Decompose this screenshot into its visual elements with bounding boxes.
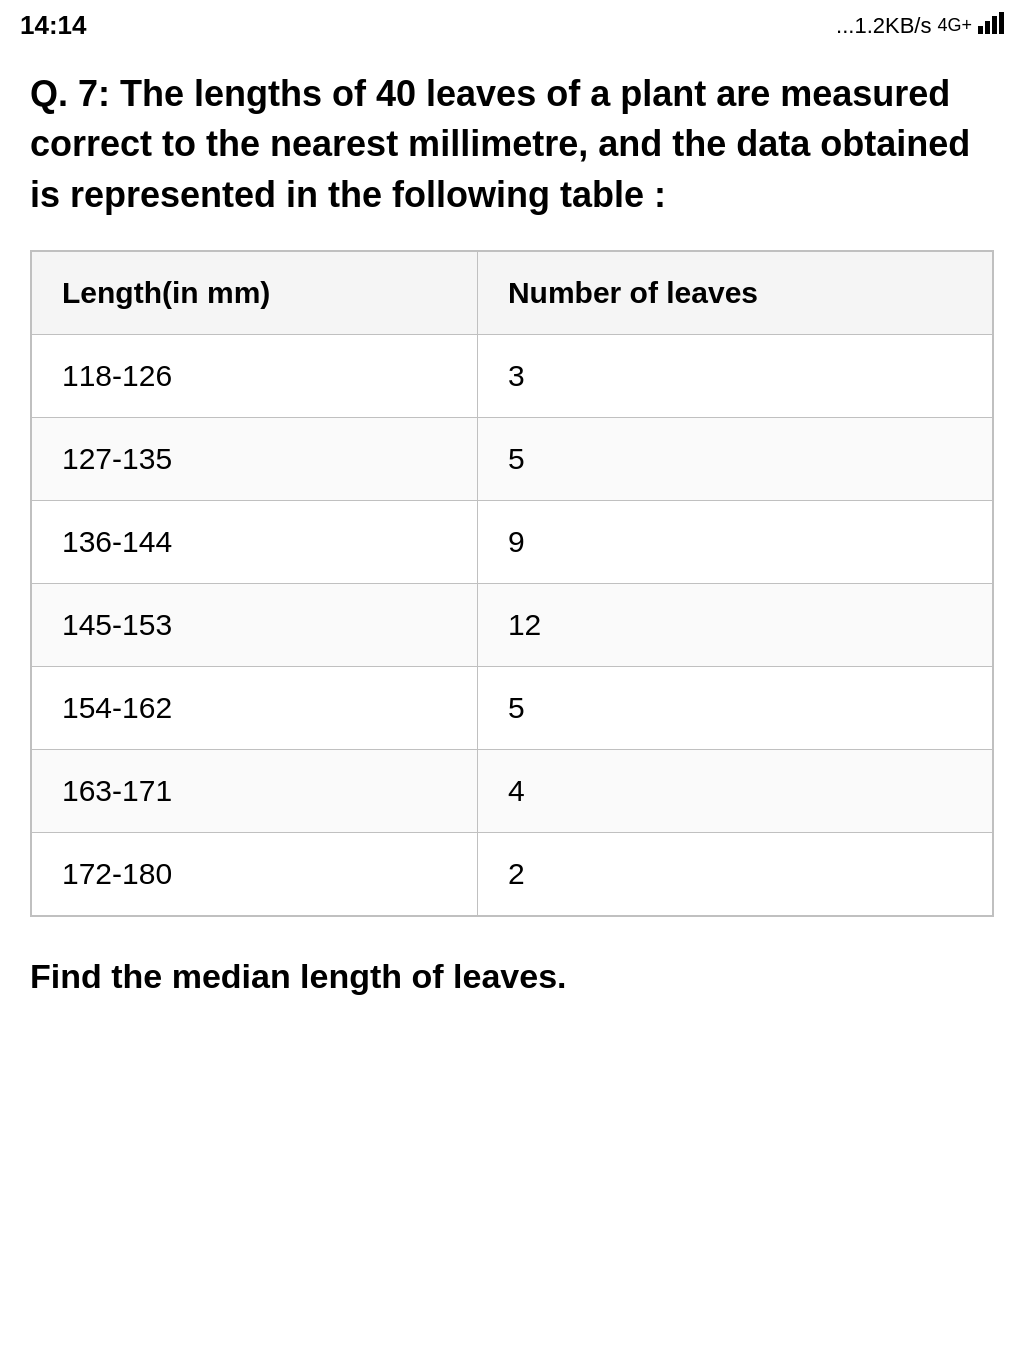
svg-rect-2 <box>992 16 997 34</box>
cell-count: 5 <box>477 418 993 501</box>
cell-length: 127-135 <box>31 418 477 501</box>
table-row: 172-1802 <box>31 833 993 917</box>
svg-rect-1 <box>985 21 990 34</box>
find-text: Find the median length of leaves. <box>30 957 994 996</box>
status-time: 14:14 <box>20 10 87 41</box>
cell-count: 3 <box>477 335 993 418</box>
cell-length: 163-171 <box>31 750 477 833</box>
status-right: ...1.2KB/s 4G+ <box>836 12 1004 40</box>
svg-rect-0 <box>978 26 983 34</box>
cell-length: 136-144 <box>31 501 477 584</box>
svg-rect-3 <box>999 12 1004 34</box>
cell-length: 172-180 <box>31 833 477 917</box>
cell-length: 154-162 <box>31 667 477 750</box>
data-table: Length(in mm) Number of leaves 118-12631… <box>30 250 994 917</box>
network-type: 4G+ <box>937 15 972 36</box>
cell-count: 4 <box>477 750 993 833</box>
content-area: Q. 7: The lengths of 40 leaves of a plan… <box>0 49 1024 1036</box>
table-row: 127-1355 <box>31 418 993 501</box>
cell-count: 2 <box>477 833 993 917</box>
cell-length: 118-126 <box>31 335 477 418</box>
table-row: 145-15312 <box>31 584 993 667</box>
question-text: Q. 7: The lengths of 40 leaves of a plan… <box>30 69 994 220</box>
col-header-leaves: Number of leaves <box>477 251 993 335</box>
status-bar: 14:14 ...1.2KB/s 4G+ <box>0 0 1024 49</box>
table-row: 118-1263 <box>31 335 993 418</box>
table-header-row: Length(in mm) Number of leaves <box>31 251 993 335</box>
table-row: 154-1625 <box>31 667 993 750</box>
table-row: 136-1449 <box>31 501 993 584</box>
cell-count: 9 <box>477 501 993 584</box>
cell-count: 12 <box>477 584 993 667</box>
cell-length: 145-153 <box>31 584 477 667</box>
table-row: 163-1714 <box>31 750 993 833</box>
cell-count: 5 <box>477 667 993 750</box>
col-header-length: Length(in mm) <box>31 251 477 335</box>
signal-icon <box>978 12 1004 40</box>
network-speed: ...1.2KB/s <box>836 13 931 39</box>
